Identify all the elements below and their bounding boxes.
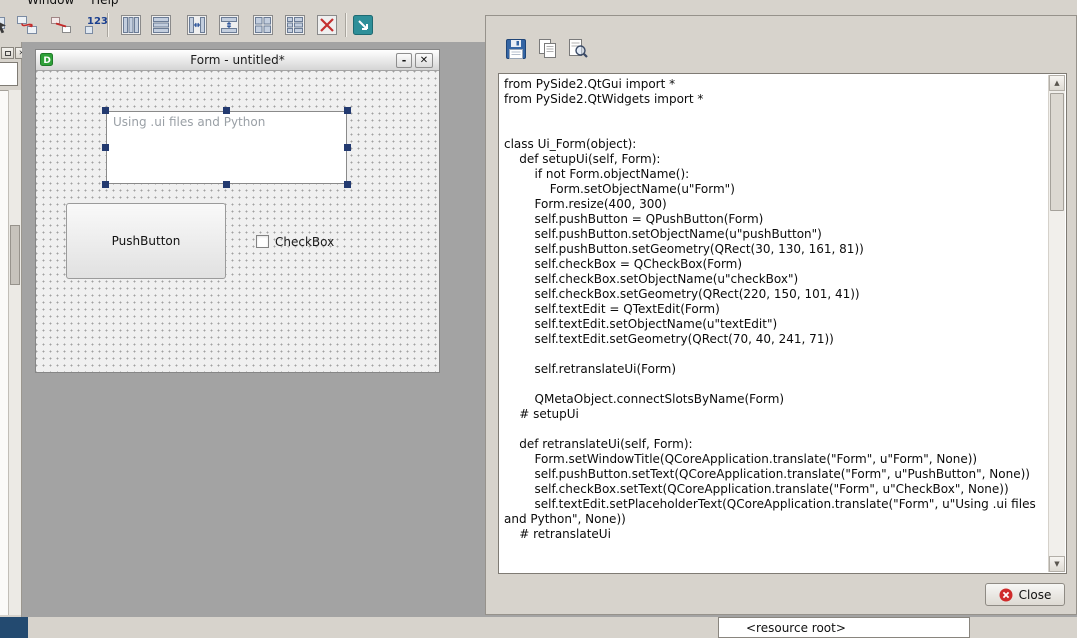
lay-out-horizontally-icon[interactable] [119,13,143,37]
code-line: self.textEdit.setGeometry(QRect(70, 40, … [504,332,1046,347]
resource-browser-fragment: <resource root> [718,617,970,638]
selection-handle[interactable] [344,107,351,114]
code-line: QMetaObject.connectSlotsByName(Form) [504,392,1046,407]
checkbox-widget[interactable]: CheckBox [256,221,366,262]
code-line: self.textEdit = QTextEdit(Form) [504,302,1046,317]
pushbutton-widget[interactable]: PushButton [66,203,226,279]
toolbar-separator [107,13,109,37]
code-line: self.pushButton = QPushButton(Form) [504,212,1046,227]
dock-scrollbar-thumb[interactable] [10,225,20,285]
code-line: and Python", None)) [504,512,1046,527]
menu-help[interactable]: Help [91,0,118,7]
scroll-down-icon[interactable]: ▼ [1049,556,1065,572]
code-preview-dialog: from PySide2.QtGui import *from PySide2.… [485,15,1077,615]
code-line [504,347,1046,362]
widget-list-fragment [0,90,8,615]
selection-handle[interactable] [102,144,109,151]
save-icon[interactable] [504,37,528,61]
code-line: self.retranslateUi(Form) [504,362,1046,377]
lay-out-vertically-icon[interactable] [149,13,173,37]
buddies-icon[interactable] [49,13,73,37]
code-line: def retranslateUi(self, Form): [504,437,1046,452]
dialog-close-button[interactable]: Close [985,583,1065,606]
code-line: self.checkBox.setGeometry(QRect(220, 150… [504,287,1046,302]
code-scrollbar-thumb[interactable] [1050,93,1064,211]
code-line: self.pushButton.setObjectName(u"pushButt… [504,227,1046,242]
lay-out-vertically-in-splitter-icon[interactable] [217,13,241,37]
signals-slots-icon[interactable] [15,13,39,37]
lay-out-in-form-layout-icon[interactable] [283,13,307,37]
close-button-label: Close [1019,588,1052,602]
resource-root-item[interactable]: <resource root> [746,621,846,635]
code-line: self.checkBox.setText(QCoreApplication.t… [504,482,1046,497]
form-designer-window: D Form - untitled* - ✕ Using .ui files a… [35,49,440,373]
code-line: self.checkBox = QCheckBox(Form) [504,257,1046,272]
code-line: # retranslateUi [504,527,1046,542]
textedit-placeholder: Using .ui files and Python [106,111,347,184]
selection-handle[interactable] [102,107,109,114]
code-line: # setupUi [504,407,1046,422]
selection-handle[interactable] [102,181,109,188]
code-text-area[interactable]: from PySide2.QtGui import *from PySide2.… [498,73,1067,574]
code-line [504,377,1046,392]
selection-handle[interactable] [344,181,351,188]
menubar: Window Help [0,0,1077,8]
selection-handle[interactable] [223,181,230,188]
menu-window[interactable]: Window [27,0,74,7]
dock-float-button[interactable] [1,47,14,59]
code-line: self.pushButton.setGeometry(QRect(30, 13… [504,242,1046,257]
tab-order-icon[interactable]: 123 [83,13,107,37]
checkbox-indicator[interactable] [256,235,269,248]
scroll-up-icon[interactable]: ▲ [1049,75,1065,91]
code-line: from PySide2.QtGui import * [504,77,1046,92]
selection-handle[interactable] [223,107,230,114]
close-circle-icon [999,588,1013,602]
code-line [504,422,1046,437]
copy-icon[interactable] [536,37,560,61]
code-line [504,107,1046,122]
code-line: self.checkBox.setObjectName(u"checkBox") [504,272,1046,287]
widget-filter-input[interactable] [0,62,18,86]
lay-out-horizontally-in-splitter-icon[interactable] [185,13,209,37]
break-layout-icon[interactable] [315,13,339,37]
code-line: Form.setWindowTitle(QCoreApplication.tra… [504,452,1046,467]
qt-designer-window: Window Help 123 [0,0,1077,638]
code-line: if not Form.objectName(): [504,167,1046,182]
widget-tool-icon[interactable] [0,13,11,37]
selection-handle[interactable] [344,144,351,151]
form-titlebar[interactable]: D Form - untitled* - ✕ [36,50,439,71]
close-button[interactable]: ✕ [415,53,433,68]
svg-text:123: 123 [87,16,107,27]
code-line: from PySide2.QtWidgets import * [504,92,1046,107]
adjust-size-icon[interactable] [351,13,375,37]
code-line: self.pushButton.setText(QCoreApplication… [504,467,1046,482]
widget-box-dock-fragment: ✕ [0,42,22,617]
code-line: Form.setObjectName(u"Form") [504,182,1046,197]
code-content: from PySide2.QtGui import *from PySide2.… [500,74,1048,572]
taskbar-fragment [0,617,28,638]
textedit-widget[interactable]: Using .ui files and Python [106,111,347,184]
checkbox-label: CheckBox [275,235,334,249]
code-scrollbar[interactable]: ▲ ▼ [1048,75,1065,572]
float-icon [5,51,11,56]
find-icon[interactable] [566,37,590,61]
code-line: def setupUi(self, Form): [504,152,1046,167]
toolbar-separator [345,13,347,37]
code-line: Form.resize(400, 300) [504,197,1046,212]
form-canvas[interactable]: Using .ui files and Python PushButton Ch… [36,71,439,372]
form-window-title: Form - untitled* [36,53,439,67]
code-line: self.textEdit.setPlaceholderText(QCoreAp… [504,497,1046,512]
dock-scrollbar[interactable] [8,90,21,615]
code-line [504,122,1046,137]
code-line: self.textEdit.setObjectName(u"textEdit") [504,317,1046,332]
lay-out-in-grid-icon[interactable] [251,13,275,37]
minimize-button[interactable]: - [396,53,412,68]
code-line: class Ui_Form(object): [504,137,1046,152]
